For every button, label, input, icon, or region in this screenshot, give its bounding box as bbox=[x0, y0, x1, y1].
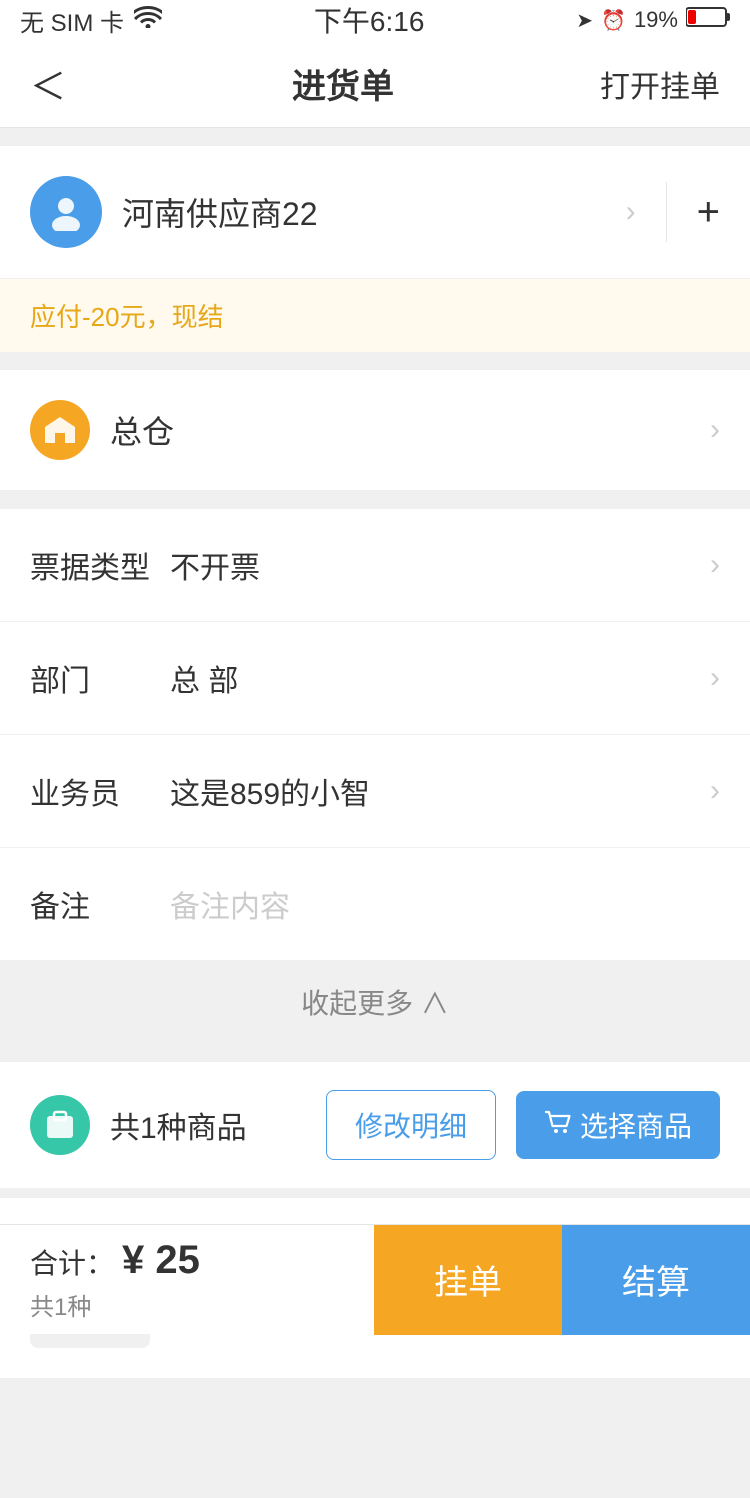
total-amount: ¥ 25 bbox=[122, 1238, 200, 1283]
footer-total: 合计： ¥ 25 共1种 bbox=[0, 1238, 374, 1322]
cart-icon bbox=[544, 1109, 572, 1141]
salesperson-chevron-icon: › bbox=[710, 774, 720, 808]
invoice-type-row[interactable]: 票据类型 不开票 › bbox=[0, 508, 750, 621]
checkout-button[interactable]: 结算 bbox=[562, 1225, 750, 1335]
department-chevron-icon: › bbox=[710, 661, 720, 695]
battery-text: 19% bbox=[634, 7, 678, 33]
battery-icon bbox=[686, 6, 730, 34]
salesperson-label: 业务员 bbox=[30, 769, 150, 813]
department-row[interactable]: 部门 总 部 › bbox=[0, 621, 750, 734]
remark-row[interactable]: 备注 备注内容 bbox=[0, 847, 750, 960]
warehouse-name: 总仓 bbox=[110, 407, 710, 453]
status-time: 下午6:16 bbox=[314, 0, 425, 40]
product-count-text: 共1种商品 bbox=[110, 1103, 306, 1147]
product-count-icon bbox=[30, 1095, 90, 1155]
remark-label: 备注 bbox=[30, 882, 150, 926]
warehouse-chevron-icon: › bbox=[710, 413, 720, 447]
supplier-row[interactable]: 河南供应商22 › + bbox=[0, 146, 750, 279]
status-carrier: 无 SIM 卡 bbox=[20, 3, 162, 38]
department-label: 部门 bbox=[30, 656, 150, 700]
invoice-type-chevron-icon: › bbox=[710, 548, 720, 582]
supplier-name: 河南供应商22 bbox=[122, 189, 626, 235]
status-bar: 无 SIM 卡 下午6:16 ➤ ⏰ 19% bbox=[0, 0, 750, 40]
section-gap-1 bbox=[0, 128, 750, 146]
page-title: 进货单 bbox=[86, 59, 600, 108]
footer: 合计： ¥ 25 共1种 挂单 结算 bbox=[0, 1224, 750, 1334]
footer-spacer bbox=[0, 1378, 750, 1498]
add-supplier-button[interactable]: + bbox=[697, 190, 720, 235]
total-count: 共1种 bbox=[30, 1287, 344, 1322]
collapse-bar[interactable]: 收起更多 ∧ bbox=[0, 960, 750, 1044]
notice-bar: 应付-20元，现结 bbox=[0, 279, 750, 352]
supplier-avatar bbox=[30, 176, 102, 248]
carrier-text: 无 SIM 卡 bbox=[20, 3, 124, 38]
edit-detail-button[interactable]: 修改明细 bbox=[326, 1090, 496, 1160]
nav-bar: ＜ 进货单 打开挂单 bbox=[0, 40, 750, 128]
wifi-icon bbox=[134, 6, 162, 35]
warehouse-section[interactable]: 总仓 › bbox=[0, 370, 750, 490]
invoice-type-label: 票据类型 bbox=[30, 543, 150, 587]
select-product-button[interactable]: 选择商品 bbox=[516, 1091, 720, 1159]
total-label: 合计： bbox=[30, 1242, 114, 1282]
section-gap-3 bbox=[0, 490, 750, 508]
department-value: 总 部 bbox=[150, 656, 710, 700]
warehouse-icon bbox=[30, 400, 90, 460]
hang-button[interactable]: 挂单 bbox=[374, 1225, 562, 1335]
supplier-section: 河南供应商22 › + 应付-20元，现结 bbox=[0, 146, 750, 352]
warehouse-row[interactable]: 总仓 › bbox=[0, 370, 750, 490]
section-gap-4 bbox=[0, 1044, 750, 1062]
alarm-icon: ⏰ bbox=[601, 8, 626, 33]
remark-input[interactable]: 备注内容 bbox=[150, 882, 720, 926]
supplier-chevron-icon: › bbox=[626, 195, 636, 229]
status-right: ➤ ⏰ 19% bbox=[576, 6, 730, 34]
open-hang-button[interactable]: 打开挂单 bbox=[600, 62, 720, 106]
form-section: 票据类型 不开票 › 部门 总 部 › 业务员 这是859的小智 › 备注 备注… bbox=[0, 508, 750, 960]
select-product-label: 选择商品 bbox=[580, 1105, 692, 1145]
back-button[interactable]: ＜ bbox=[30, 48, 86, 120]
product-header: 共1种商品 修改明细 选择商品 bbox=[0, 1062, 750, 1188]
section-gap-2 bbox=[0, 352, 750, 370]
salesperson-row[interactable]: 业务员 这是859的小智 › bbox=[0, 734, 750, 847]
supplier-divider bbox=[666, 182, 667, 242]
invoice-type-value: 不开票 bbox=[150, 543, 710, 587]
location-icon: ➤ bbox=[576, 8, 593, 33]
salesperson-value: 这是859的小智 bbox=[150, 769, 710, 813]
